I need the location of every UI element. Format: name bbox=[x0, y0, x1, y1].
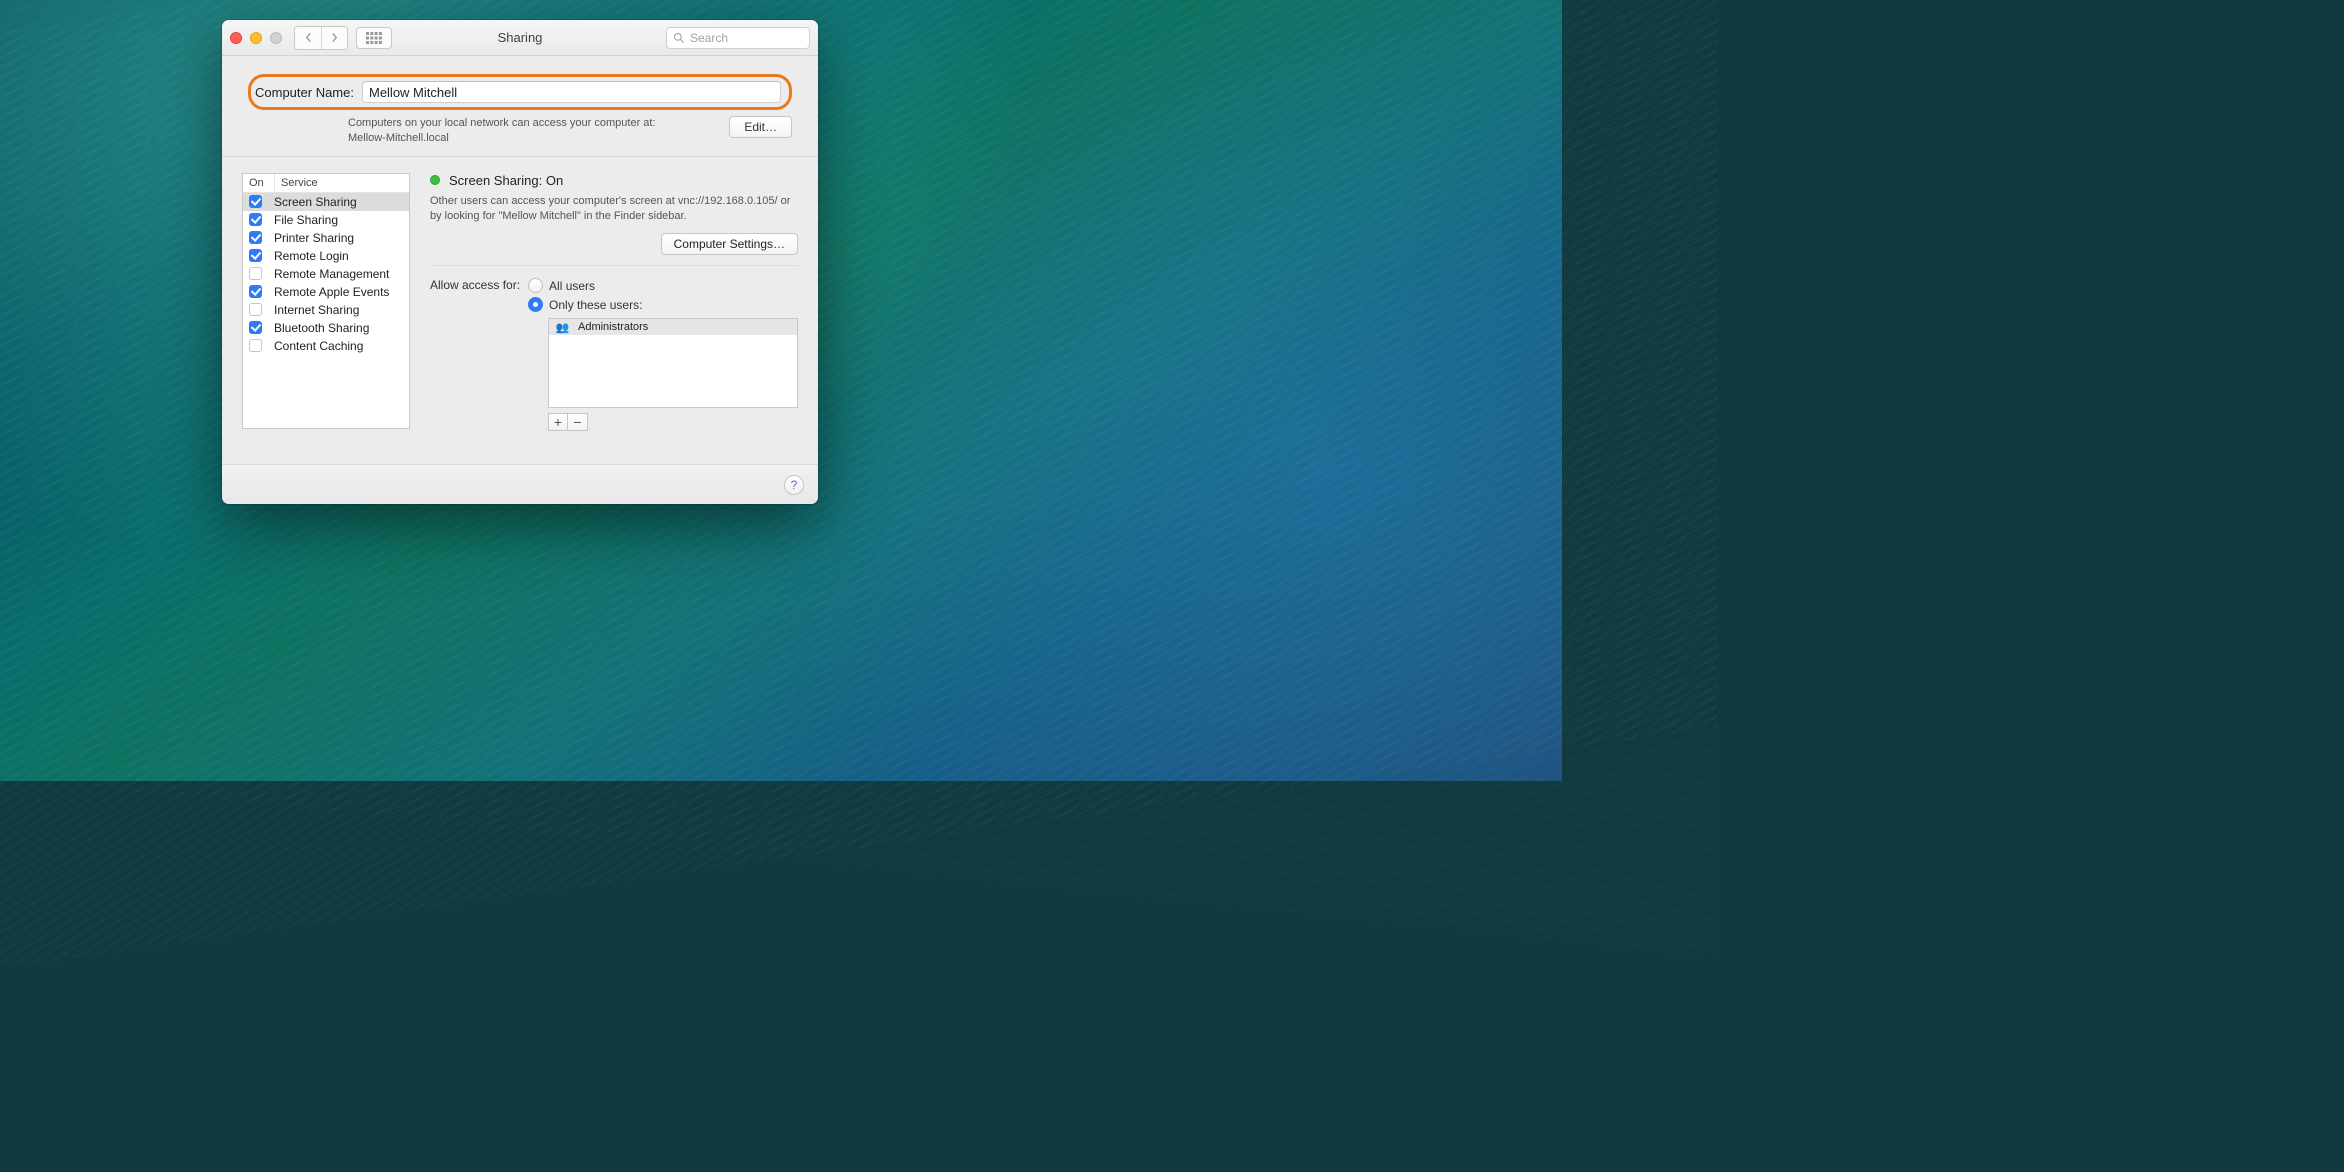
access-label: Allow access for: bbox=[430, 278, 520, 292]
service-row[interactable]: Content Caching bbox=[243, 337, 409, 355]
chevron-right-icon bbox=[330, 33, 339, 42]
back-button[interactable] bbox=[295, 27, 321, 49]
service-row[interactable]: Internet Sharing bbox=[243, 301, 409, 319]
user-name: Administrators bbox=[578, 321, 648, 333]
grid-icon bbox=[366, 32, 382, 44]
hint-line1: Computers on your local network can acce… bbox=[348, 117, 656, 129]
service-row[interactable]: Bluetooth Sharing bbox=[243, 319, 409, 337]
search-placeholder: Search bbox=[690, 31, 728, 45]
service-checkbox[interactable] bbox=[249, 195, 262, 208]
access-radio-group: All users Only these users: bbox=[528, 278, 642, 312]
radio-all-label: All users bbox=[549, 279, 595, 293]
service-checkbox[interactable] bbox=[249, 213, 262, 226]
service-row[interactable]: Remote Management bbox=[243, 265, 409, 283]
main-content: On Service Screen Sharing File Sharing Pri… bbox=[222, 157, 818, 464]
window-controls bbox=[230, 32, 282, 44]
computer-name-input[interactable] bbox=[362, 81, 781, 103]
services-header: On Service bbox=[243, 174, 409, 193]
service-checkbox[interactable] bbox=[249, 321, 262, 334]
status-description: Other users can access your computer's s… bbox=[430, 194, 798, 224]
service-row[interactable]: Screen Sharing bbox=[243, 193, 409, 211]
services-header-service: Service bbox=[275, 174, 409, 192]
service-row[interactable]: Printer Sharing bbox=[243, 229, 409, 247]
service-name: Content Caching bbox=[274, 339, 363, 353]
forward-button[interactable] bbox=[321, 27, 347, 49]
help-button[interactable]: ? bbox=[784, 475, 804, 495]
divider bbox=[430, 265, 798, 266]
computer-name-hint: Computers on your local network can acce… bbox=[348, 116, 656, 146]
service-name: Internet Sharing bbox=[274, 303, 359, 317]
users-list[interactable]: 👥 Administrators bbox=[548, 318, 798, 408]
edit-hostname-button[interactable]: Edit… bbox=[729, 116, 792, 138]
user-row[interactable]: 👥 Administrators bbox=[549, 319, 797, 335]
search-field[interactable]: Search bbox=[666, 27, 810, 49]
sharing-preferences-window: Sharing Search Computer Name: Computers … bbox=[222, 20, 818, 504]
minimize-window-button[interactable] bbox=[250, 32, 262, 44]
computer-settings-button[interactable]: Computer Settings… bbox=[661, 233, 798, 255]
access-row: Allow access for: All users Only these u… bbox=[430, 278, 798, 312]
service-checkbox[interactable] bbox=[249, 249, 262, 262]
users-group-icon: 👥 bbox=[555, 321, 570, 334]
window-titlebar: Sharing Search bbox=[222, 20, 818, 56]
nav-segment bbox=[294, 26, 348, 50]
service-row[interactable]: Remote Apple Events bbox=[243, 283, 409, 301]
chevron-left-icon bbox=[304, 33, 313, 42]
computer-name-label: Computer Name: bbox=[255, 85, 354, 100]
radio-icon bbox=[528, 297, 543, 312]
status-label: Screen Sharing: On bbox=[449, 173, 563, 188]
service-row[interactable]: Remote Login bbox=[243, 247, 409, 265]
service-row[interactable]: File Sharing bbox=[243, 211, 409, 229]
service-name: Remote Apple Events bbox=[274, 285, 389, 299]
hint-line2: Mellow-Mitchell.local bbox=[348, 132, 449, 144]
radio-only-label: Only these users: bbox=[549, 298, 642, 312]
service-name: Screen Sharing bbox=[274, 195, 357, 209]
zoom-window-button[interactable] bbox=[270, 32, 282, 44]
services-table[interactable]: On Service Screen Sharing File Sharing Pri… bbox=[242, 173, 410, 429]
computer-name-section: Computer Name: Computers on your local n… bbox=[222, 56, 818, 157]
service-name: File Sharing bbox=[274, 213, 338, 227]
window-footer: ? bbox=[222, 464, 818, 504]
service-name: Printer Sharing bbox=[274, 231, 354, 245]
add-remove-buttons: + − bbox=[548, 413, 798, 431]
status-indicator-icon bbox=[430, 175, 440, 185]
radio-icon bbox=[528, 278, 543, 293]
service-checkbox[interactable] bbox=[249, 339, 262, 352]
remove-user-button[interactable]: − bbox=[568, 413, 588, 431]
radio-only-users[interactable]: Only these users: bbox=[528, 297, 642, 312]
service-checkbox[interactable] bbox=[249, 303, 262, 316]
service-checkbox[interactable] bbox=[249, 285, 262, 298]
services-header-on: On bbox=[243, 174, 275, 192]
service-checkbox[interactable] bbox=[249, 231, 262, 244]
computer-name-highlight: Computer Name: bbox=[248, 74, 792, 110]
service-detail: Screen Sharing: On Other users can acces… bbox=[430, 173, 798, 464]
service-name: Remote Management bbox=[274, 267, 389, 281]
computer-name-subrow: Computers on your local network can acce… bbox=[248, 116, 792, 146]
service-name: Bluetooth Sharing bbox=[274, 321, 369, 335]
service-name: Remote Login bbox=[274, 249, 349, 263]
radio-all-users[interactable]: All users bbox=[528, 278, 642, 293]
search-icon bbox=[673, 32, 685, 44]
add-user-button[interactable]: + bbox=[548, 413, 568, 431]
close-window-button[interactable] bbox=[230, 32, 242, 44]
status-row: Screen Sharing: On bbox=[430, 173, 798, 188]
show-all-button[interactable] bbox=[356, 27, 392, 49]
service-checkbox[interactable] bbox=[249, 267, 262, 280]
